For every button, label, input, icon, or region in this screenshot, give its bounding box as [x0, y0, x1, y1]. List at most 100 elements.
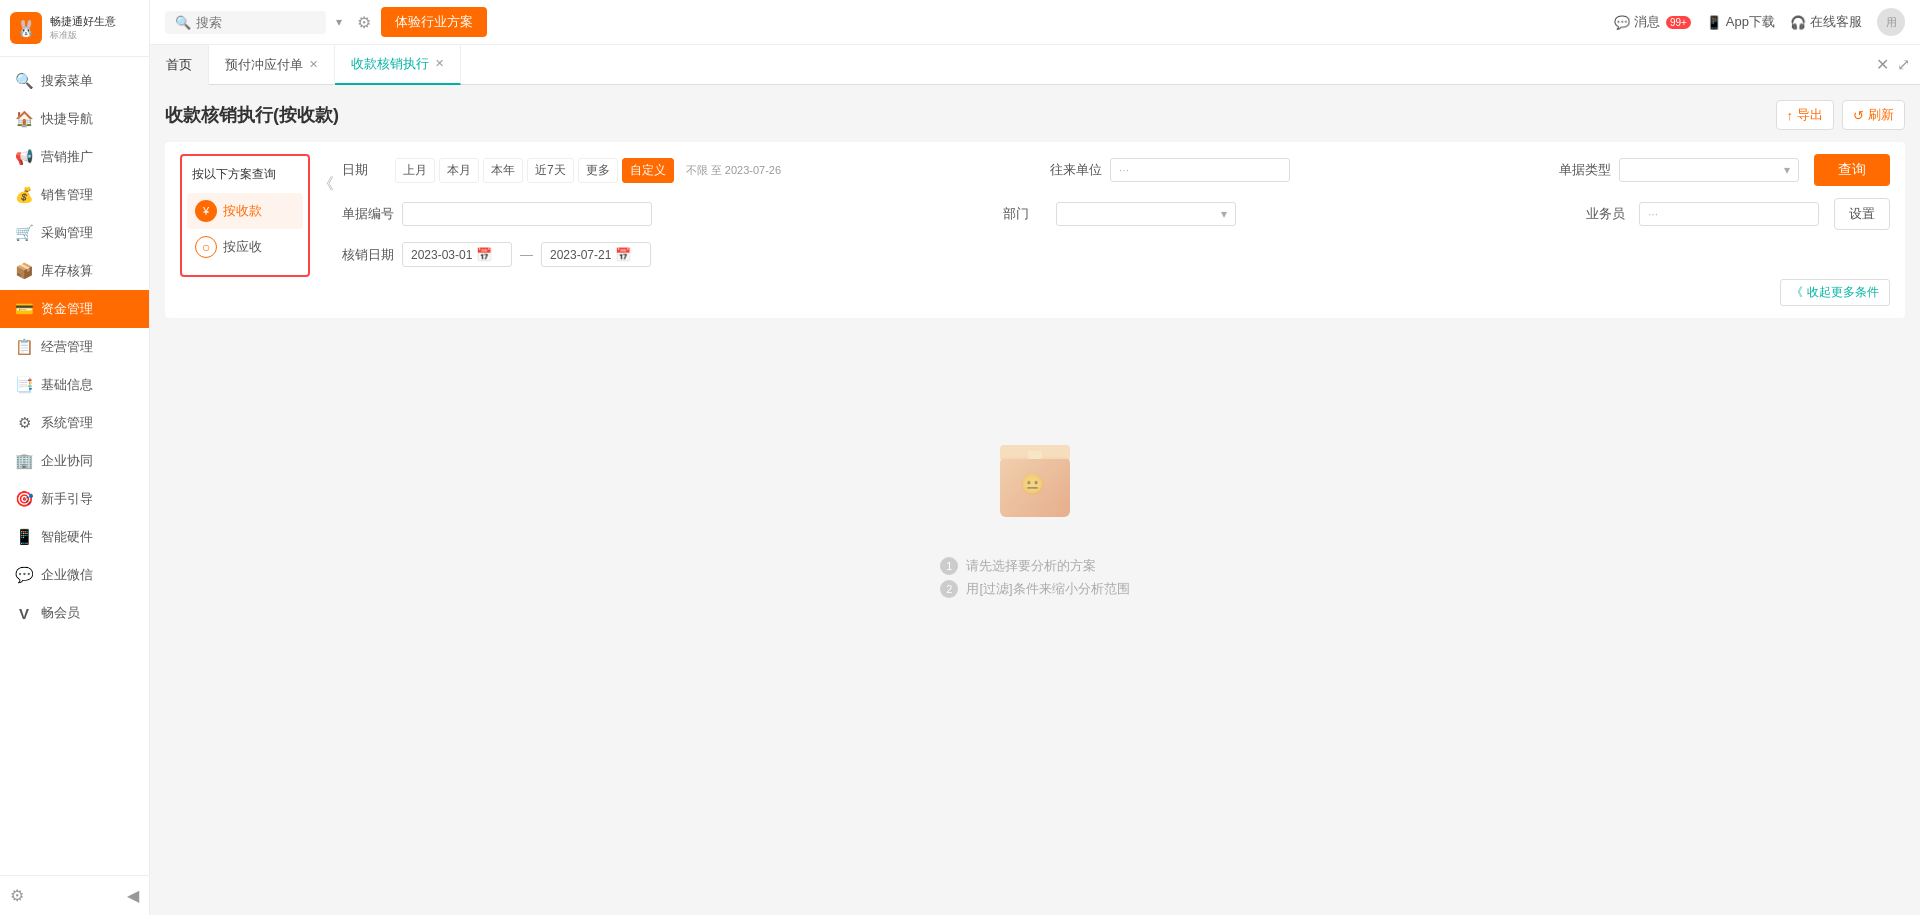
solution-button[interactable]: 体验行业方案	[381, 7, 487, 37]
bill-no-input[interactable]	[402, 202, 652, 226]
topbar-chevron-icon[interactable]: ▾	[336, 15, 342, 29]
sidebar-item-guide[interactable]: 🎯 新手引导	[0, 480, 149, 518]
sidebar-item-wechat[interactable]: 💬 企业微信	[0, 556, 149, 594]
verify-date-end[interactable]: 2023-07-21 📅	[541, 242, 651, 267]
footer-settings-icon[interactable]: ⚙	[10, 886, 24, 905]
refresh-button[interactable]: ↺ 刷新	[1842, 100, 1905, 130]
sidebar-item-hardware[interactable]: 📱 智能硬件	[0, 518, 149, 556]
sidebar-item-inventory[interactable]: 📦 库存核算	[0, 252, 149, 290]
sidebar-menu: 🔍 搜索菜单 🏠 快捷导航 📢 营销推广 💰 销售管理 🛒 采购管理 📦 库存核…	[0, 57, 149, 875]
quick-nav-icon: 🏠	[15, 110, 33, 128]
app-download-item[interactable]: 📱 App下载	[1706, 13, 1775, 31]
page-actions: ↑ 导出 ↺ 刷新	[1776, 100, 1906, 130]
date-hint: 不限 至 2023-07-26	[686, 163, 781, 178]
sidebar-item-basic-info[interactable]: 📑 基础信息	[0, 366, 149, 404]
sidebar-item-label: 企业协同	[41, 452, 93, 470]
sidebar-item-label: 企业微信	[41, 566, 93, 584]
collapse-icon: 《	[1791, 284, 1803, 301]
sidebar-item-search-menu[interactable]: 🔍 搜索菜单	[0, 62, 149, 100]
collapse-arrow-icon[interactable]: 《	[318, 174, 334, 195]
date-btn-7days[interactable]: 近7天	[527, 158, 574, 183]
sidebar-item-finance[interactable]: 💳 资金管理	[0, 290, 149, 328]
empty-hints: 1 请先选择要分析的方案 2 用[过滤]条件来缩小分析范围	[940, 557, 1129, 603]
sidebar-item-label: 智能硬件	[41, 528, 93, 546]
user-avatar[interactable]: 用	[1877, 8, 1905, 36]
basic-info-icon: 📑	[15, 376, 33, 394]
tab-prepay-label: 预付冲应付单	[225, 56, 303, 74]
receipt-option-icon: ¥	[195, 200, 217, 222]
settings-button[interactable]: 设置	[1834, 198, 1890, 230]
verify-start-calendar-icon[interactable]: 📅	[476, 247, 492, 262]
enterprise-icon: 🏢	[15, 452, 33, 470]
sidebar-item-label: 资金管理	[41, 300, 93, 318]
sidebar-item-enterprise[interactable]: 🏢 企业协同	[0, 442, 149, 480]
counterpart-select[interactable]: ···	[1110, 158, 1290, 182]
sidebar-item-system[interactable]: ⚙ 系统管理	[0, 404, 149, 442]
footer-collapse-icon[interactable]: ◀	[127, 886, 139, 905]
verify-end-value: 2023-07-21	[550, 248, 611, 262]
filter-option-receipt[interactable]: ¥ 按收款	[187, 193, 303, 229]
counterpart-dots: ···	[1119, 163, 1129, 177]
verify-date-field: 核销日期 2023-03-01 📅 — 2023-07-21 📅	[342, 242, 651, 267]
date-shortcuts: 上月 本月 本年 近7天 更多 自定义	[395, 158, 674, 183]
date-btn-this-year[interactable]: 本年	[483, 158, 523, 183]
sidebar-item-label: 系统管理	[41, 414, 93, 432]
search-icon: 🔍	[175, 15, 191, 30]
query-button[interactable]: 查询	[1814, 154, 1890, 186]
tab-close-all-icon[interactable]: ✕	[1876, 55, 1889, 74]
topbar-search-box[interactable]: 🔍	[165, 11, 326, 34]
salesman-select[interactable]: ···	[1639, 202, 1819, 226]
sidebar: 🐰 畅捷通好生意 标准版 🔍 搜索菜单 🏠 快捷导航 📢 营销推广 💰 销售管理…	[0, 0, 150, 915]
sales-icon: 💰	[15, 186, 33, 204]
topbar-gear-icon[interactable]: ⚙	[357, 13, 371, 32]
operation-icon: 📋	[15, 338, 33, 356]
sidebar-item-operation[interactable]: 📋 经营管理	[0, 328, 149, 366]
bill-type-label: 单据类型	[1559, 161, 1611, 179]
verify-date-start[interactable]: 2023-03-01 📅	[402, 242, 512, 267]
export-button[interactable]: ↑ 导出	[1776, 100, 1835, 130]
sidebar-item-quick-nav[interactable]: 🏠 快捷导航	[0, 100, 149, 138]
counterpart-label: 往来单位	[1050, 161, 1102, 179]
collapse-label: 收起更多条件	[1807, 284, 1879, 301]
sidebar-item-label: 库存核算	[41, 262, 93, 280]
online-service-item[interactable]: 🎧 在线客服	[1790, 13, 1862, 31]
salesman-field: 业务员 ···	[1586, 202, 1819, 226]
sidebar-item-sales[interactable]: 💰 销售管理	[0, 176, 149, 214]
tab-receipt-close-icon[interactable]: ✕	[435, 57, 444, 70]
app-icon: 📱	[1706, 15, 1722, 30]
date-btn-this-month[interactable]: 本月	[439, 158, 479, 183]
bill-type-select[interactable]: ▾	[1619, 158, 1799, 182]
page-title: 收款核销执行(按收款)	[165, 103, 339, 127]
sidebar-item-member[interactable]: V 畅会员	[0, 594, 149, 632]
app-download-label: App下载	[1726, 13, 1775, 31]
filter-collapse-btn[interactable]: 《	[310, 154, 342, 195]
sidebar-item-purchase[interactable]: 🛒 采购管理	[0, 214, 149, 252]
verify-date-label: 核销日期	[342, 246, 394, 264]
marketing-icon: 📢	[15, 148, 33, 166]
search-input[interactable]	[196, 15, 316, 30]
verify-end-calendar-icon[interactable]: 📅	[615, 247, 631, 262]
filter-option-receivable[interactable]: ○ 按应收	[187, 229, 303, 265]
tab-prepay-close-icon[interactable]: ✕	[309, 58, 318, 71]
topbar-right: 💬 消息 99+ 📱 App下载 🎧 在线客服 用	[1614, 8, 1905, 36]
export-icon: ↑	[1787, 108, 1794, 123]
date-btn-last-month[interactable]: 上月	[395, 158, 435, 183]
sidebar-item-label: 采购管理	[41, 224, 93, 242]
date-btn-more[interactable]: 更多	[578, 158, 618, 183]
dept-select[interactable]: ▾	[1056, 202, 1236, 226]
message-item[interactable]: 💬 消息 99+	[1614, 13, 1691, 31]
salesman-label: 业务员	[1586, 205, 1631, 223]
hint-num-2: 2	[940, 580, 958, 598]
tab-home[interactable]: 首页	[150, 45, 209, 85]
collapse-more-btn[interactable]: 《 收起更多条件	[1780, 279, 1890, 306]
tab-receipt[interactable]: 收款核销执行 ✕	[335, 45, 461, 85]
filter-sidebar: 按以下方案查询 ¥ 按收款 ○ 按应收	[180, 154, 310, 277]
tab-expand-icon[interactable]: ⤢	[1897, 55, 1910, 74]
empty-hint-1: 1 请先选择要分析的方案	[940, 557, 1129, 575]
tab-prepay[interactable]: 预付冲应付单 ✕	[209, 45, 335, 85]
sidebar-item-marketing[interactable]: 📢 营销推广	[0, 138, 149, 176]
date-field: 日期 上月 本月 本年 近7天 更多 自定义 不限 至 2023-07-26	[342, 158, 781, 183]
logo-area: 🐰 畅捷通好生意 标准版	[0, 0, 149, 57]
date-btn-custom[interactable]: 自定义	[622, 158, 674, 183]
bill-no-field: 单据编号	[342, 202, 652, 226]
